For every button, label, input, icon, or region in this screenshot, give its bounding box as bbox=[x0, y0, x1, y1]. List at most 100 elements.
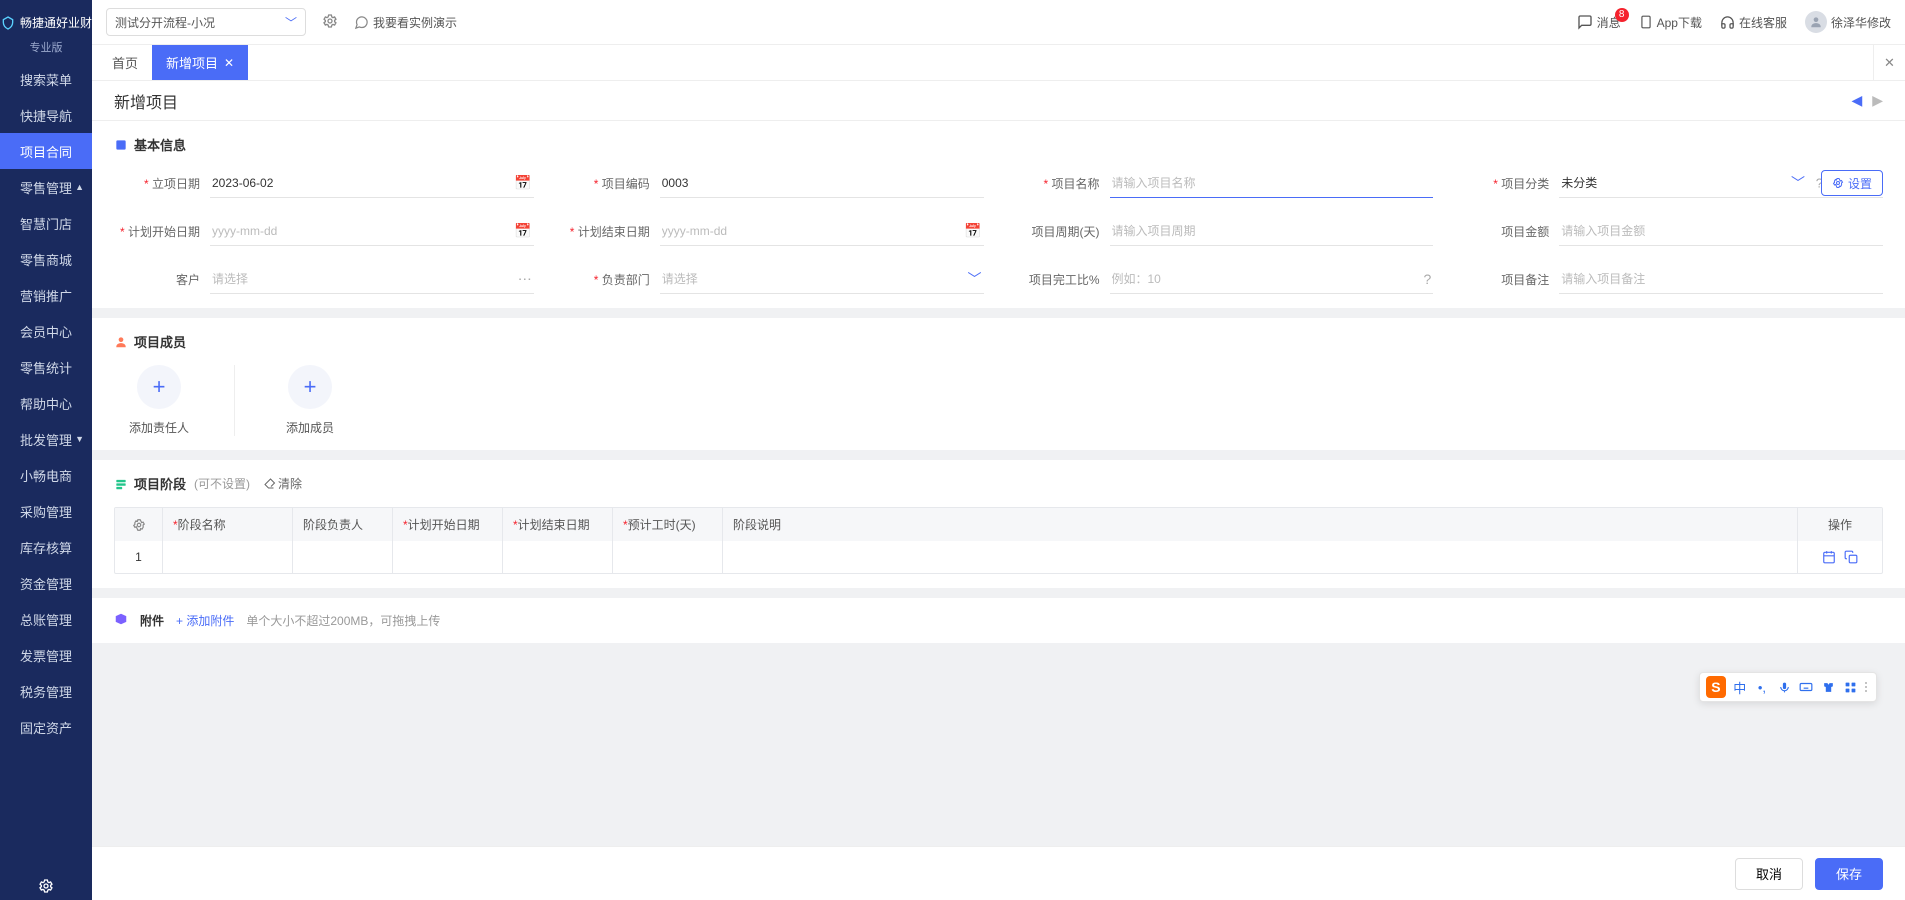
cancel-button[interactable]: 取消 bbox=[1735, 858, 1803, 890]
stage-row-end[interactable] bbox=[503, 541, 613, 573]
page-content: 基本信息 立项日期 📅 项目编码 项目名称 项目分类 ﹀ ? bbox=[92, 121, 1905, 846]
stage-row-start[interactable] bbox=[393, 541, 503, 573]
calendar-icon[interactable]: 📅 bbox=[514, 223, 531, 240]
input-code[interactable] bbox=[660, 168, 984, 198]
ime-toolbar[interactable]: S 中 •, bbox=[1699, 672, 1877, 702]
label-amount: 项目金额 bbox=[1463, 223, 1559, 240]
page-next[interactable]: ▶ bbox=[1872, 92, 1883, 109]
label-dept: 负责部门 bbox=[564, 271, 660, 288]
sidebar-item-14[interactable]: 资金管理 bbox=[0, 565, 92, 601]
sidebar-nav: 搜索菜单快捷导航项目合同零售管理▲智慧门店零售商城营销推广会员中心零售统计帮助中… bbox=[0, 61, 92, 872]
sidebar-item-3[interactable]: 零售管理▲ bbox=[0, 169, 92, 205]
input-period[interactable] bbox=[1110, 216, 1434, 246]
phone-icon bbox=[1639, 15, 1653, 29]
input-plan-end[interactable] bbox=[660, 216, 984, 246]
user-icon bbox=[1809, 15, 1823, 29]
eraser-icon bbox=[264, 478, 276, 490]
page-footer: 取消 保存 bbox=[92, 846, 1905, 900]
sidebar-item-10[interactable]: 批发管理▼ bbox=[0, 421, 92, 457]
input-name[interactable] bbox=[1110, 168, 1434, 198]
more-icon[interactable]: ⋯ bbox=[518, 271, 532, 288]
stage-col-gear[interactable] bbox=[115, 508, 163, 541]
clear-stages-link[interactable]: 清除 bbox=[264, 475, 302, 492]
messages-link[interactable]: 消息 8 bbox=[1577, 14, 1621, 31]
user-menu[interactable]: 徐泽华修改 bbox=[1805, 11, 1891, 33]
page-prev[interactable]: ◀ bbox=[1851, 92, 1862, 109]
section-stages: 项目阶段 (可不设置) 清除 阶段名称 阶段负责人 计划开始日期 计划结束日期 … bbox=[92, 460, 1905, 588]
sidebar-item-15[interactable]: 总账管理 bbox=[0, 601, 92, 637]
sidebar-item-12[interactable]: 采购管理 bbox=[0, 493, 92, 529]
message-icon bbox=[1577, 14, 1593, 30]
calendar-icon[interactable]: 📅 bbox=[514, 175, 531, 192]
calendar-icon[interactable]: 📅 bbox=[964, 223, 981, 240]
sidebar-item-7[interactable]: 会员中心 bbox=[0, 313, 92, 349]
tab-new-project[interactable]: 新增项目 ✕ bbox=[152, 45, 248, 80]
ime-skin-icon[interactable] bbox=[1820, 678, 1836, 696]
stage-col-end: 计划结束日期 bbox=[503, 508, 613, 541]
ime-lang[interactable]: 中 bbox=[1732, 678, 1748, 696]
add-attachment-link[interactable]: + 添加附件 bbox=[176, 612, 234, 629]
sidebar-item-5[interactable]: 零售商城 bbox=[0, 241, 92, 277]
stage-row-desc[interactable] bbox=[723, 541, 1798, 573]
sidebar-item-4[interactable]: 智慧门店 bbox=[0, 205, 92, 241]
sidebar-item-2[interactable]: 项目合同 bbox=[0, 133, 92, 169]
sidebar-item-8[interactable]: 零售统计 bbox=[0, 349, 92, 385]
clear-stages-label: 清除 bbox=[278, 475, 302, 492]
workspace-select[interactable]: 测试分开流程-小况 ﹀ bbox=[106, 8, 306, 36]
label-code: 项目编码 bbox=[564, 175, 660, 192]
label-start-date: 立项日期 bbox=[114, 175, 210, 192]
label-plan-end: 计划结束日期 bbox=[564, 223, 660, 240]
ime-toolbox-icon[interactable] bbox=[1842, 678, 1858, 696]
tab-new-project-label: 新增项目 bbox=[166, 53, 218, 72]
view-demo-link[interactable]: 我要看实例演示 bbox=[354, 14, 457, 31]
input-customer[interactable] bbox=[210, 264, 534, 294]
chevron-down-icon[interactable]: ﹀ bbox=[1791, 173, 1805, 193]
topbar: 测试分开流程-小况 ﹀ 我要看实例演示 消息 8 App下载 bbox=[92, 0, 1905, 45]
input-start-date[interactable] bbox=[210, 168, 534, 198]
sidebar-item-6[interactable]: 营销推广 bbox=[0, 277, 92, 313]
ime-punct-icon[interactable]: •, bbox=[1754, 678, 1770, 696]
calendar-icon bbox=[1822, 550, 1836, 564]
input-remark[interactable] bbox=[1559, 264, 1883, 294]
close-icon[interactable]: ✕ bbox=[224, 56, 234, 70]
sidebar-item-11[interactable]: 小畅电商 bbox=[0, 457, 92, 493]
input-plan-start[interactable] bbox=[210, 216, 534, 246]
sidebar-item-13[interactable]: 库存核算 bbox=[0, 529, 92, 565]
tab-home[interactable]: 首页 bbox=[98, 45, 152, 80]
help-icon[interactable]: ? bbox=[1423, 271, 1431, 287]
stage-row-hours[interactable] bbox=[613, 541, 723, 573]
stage-table-row[interactable]: 1 bbox=[115, 541, 1882, 573]
app-download-link[interactable]: App下载 bbox=[1639, 14, 1702, 31]
ime-drag-handle[interactable] bbox=[1865, 682, 1870, 692]
stage-row-owner[interactable] bbox=[293, 541, 393, 573]
sidebar-item-0[interactable]: 搜索菜单 bbox=[0, 61, 92, 97]
ime-mic-icon[interactable] bbox=[1776, 678, 1792, 696]
customer-service-link[interactable]: 在线客服 bbox=[1720, 14, 1787, 31]
sidebar-item-1[interactable]: 快捷导航 bbox=[0, 97, 92, 133]
sidebar-item-16[interactable]: 发票管理 bbox=[0, 637, 92, 673]
close-all-tabs[interactable]: ✕ bbox=[1873, 45, 1905, 81]
category-settings-button[interactable]: 设置 bbox=[1821, 170, 1883, 196]
stage-table: 阶段名称 阶段负责人 计划开始日期 计划结束日期 预计工时(天) 阶段说明 操作… bbox=[114, 507, 1883, 574]
sidebar-item-17[interactable]: 税务管理 bbox=[0, 673, 92, 709]
input-amount[interactable] bbox=[1559, 216, 1883, 246]
add-member-button[interactable]: + bbox=[288, 365, 332, 409]
ime-keyboard-icon[interactable] bbox=[1798, 678, 1814, 696]
stage-row-action[interactable] bbox=[1798, 541, 1882, 573]
topbar-settings[interactable] bbox=[322, 13, 338, 32]
sidebar-settings[interactable] bbox=[0, 872, 92, 900]
sidebar-item-18[interactable]: 固定资产 bbox=[0, 709, 92, 745]
chevron-down-icon[interactable]: ﹀ bbox=[968, 269, 982, 289]
label-pct: 项目完工比% bbox=[1014, 271, 1110, 288]
input-pct[interactable] bbox=[1110, 264, 1434, 294]
user-name: 徐泽华修改 bbox=[1831, 14, 1891, 31]
save-button[interactable]: 保存 bbox=[1815, 858, 1883, 890]
section-icon bbox=[114, 335, 128, 349]
stage-col-owner: 阶段负责人 bbox=[293, 508, 393, 541]
ime-logo-icon: S bbox=[1706, 676, 1726, 698]
add-owner-button[interactable]: + bbox=[137, 365, 181, 409]
stage-row-name[interactable] bbox=[163, 541, 293, 573]
sidebar-item-9[interactable]: 帮助中心 bbox=[0, 385, 92, 421]
input-dept[interactable] bbox=[660, 264, 984, 294]
brand-text: 畅捷通好业财 bbox=[20, 14, 92, 31]
